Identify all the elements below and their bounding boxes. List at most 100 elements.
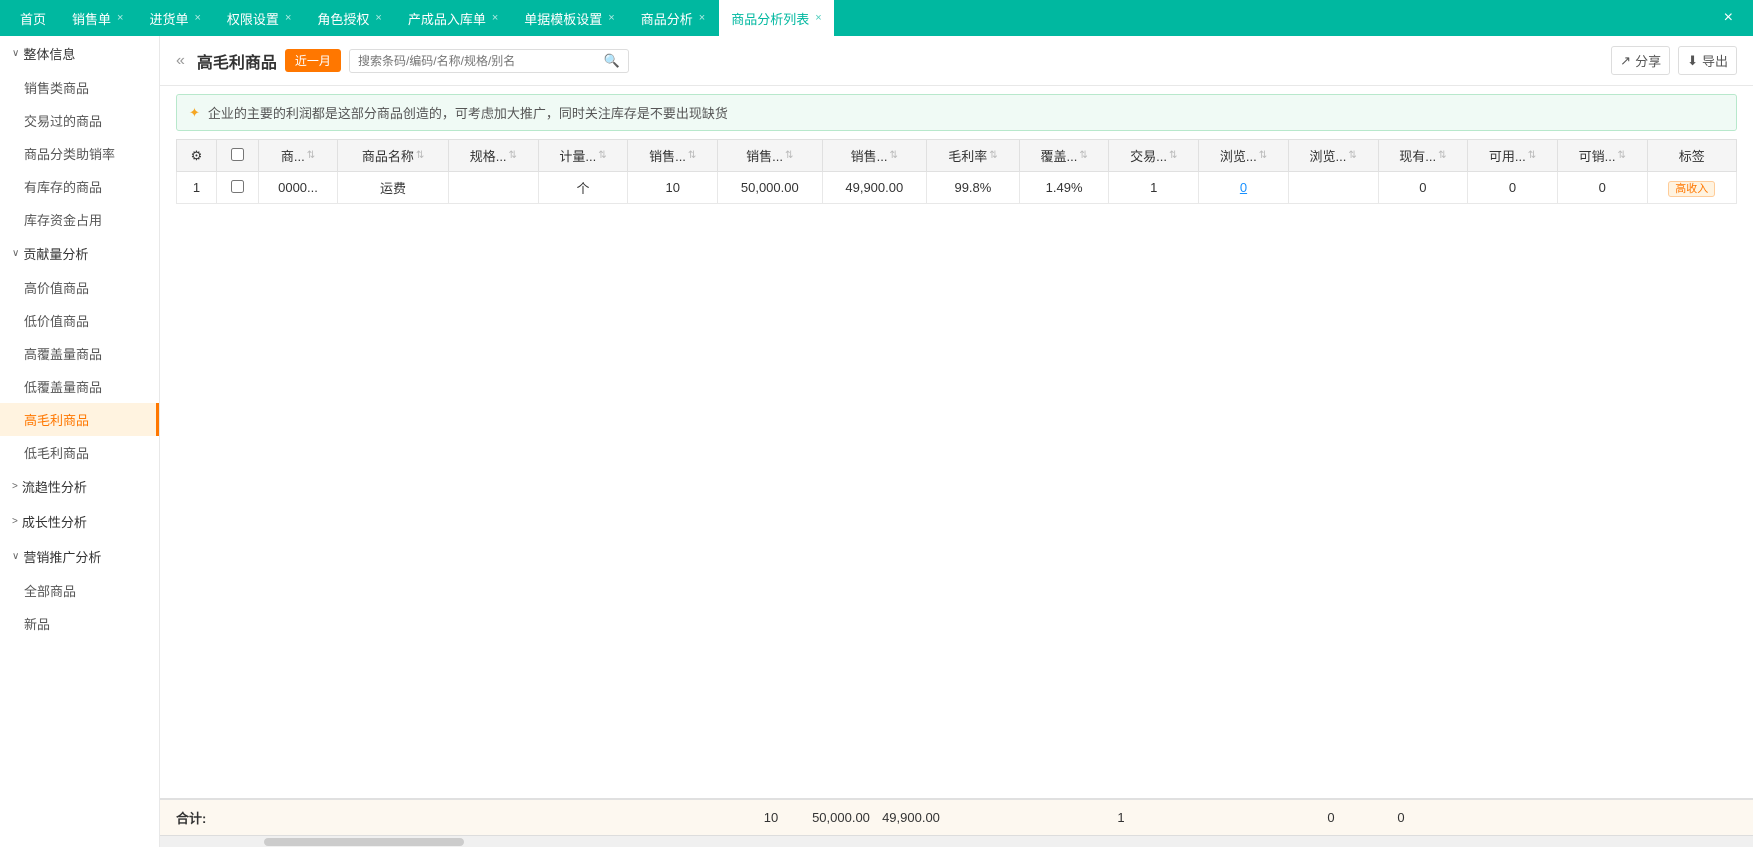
col-header-7[interactable]: 销售...⇅ [718, 140, 823, 172]
col-label: 规格... [470, 146, 507, 165]
col-label: 浏览... [1220, 146, 1257, 165]
col-header-14[interactable]: 现有...⇅ [1378, 140, 1468, 172]
footer-cell-15: 0 [1366, 810, 1436, 825]
info-bar: ✦ 企业的主要的利润都是这部分商品创造的，可考虑加大推广，同时关注库存是不要出现… [176, 94, 1737, 131]
views-link[interactable]: 0 [1240, 180, 1247, 195]
sidebar-item-新品[interactable]: 新品 [0, 607, 159, 640]
nav-close-icon[interactable]: × [815, 12, 821, 24]
col-header-8[interactable]: 销售...⇅ [822, 140, 927, 172]
window-close-btn[interactable]: × [1712, 9, 1745, 27]
col-label: 现有... [1399, 146, 1436, 165]
footer-cell-8: 49,900.00 [876, 810, 946, 825]
nav-close-icon[interactable]: × [285, 12, 291, 24]
col-header-12[interactable]: 浏览...⇅ [1199, 140, 1289, 172]
group-label: 整体信息 [23, 44, 75, 63]
sidebar-item-低价值商品[interactable]: 低价值商品 [0, 304, 159, 337]
nav-close-icon[interactable]: × [699, 12, 705, 24]
nav-item-销售单[interactable]: 销售单× [60, 0, 135, 36]
nav-close-icon[interactable]: × [117, 12, 123, 24]
group-label: 流趋性分析 [22, 477, 87, 496]
content-area: « 高毛利商品 近一月 🔍 ↗ 分享 ⬇ 导出 ✦ [160, 36, 1753, 847]
col-header-6[interactable]: 销售...⇅ [628, 140, 718, 172]
nav-close-icon[interactable]: × [608, 12, 614, 24]
col-header-3[interactable]: 商品名称⇅ [338, 140, 449, 172]
row-checkbox [217, 172, 259, 204]
toggle-sidebar-btn[interactable]: « [176, 52, 185, 70]
col-label: ⚙ [191, 148, 203, 164]
sort-icon: ⇅ [1438, 150, 1446, 161]
row-gross-rate: 99.8% [927, 172, 1020, 204]
nav-item-权限设置[interactable]: 权限设置× [215, 0, 303, 36]
col-header-9[interactable]: 毛利率⇅ [927, 140, 1020, 172]
sidebar-group-整体信息[interactable]: ∨整体信息 [0, 36, 159, 71]
col-label: 可销... [1579, 146, 1616, 165]
sidebar-item-销售类商品[interactable]: 销售类商品 [0, 71, 159, 104]
scrollbar-thumb[interactable] [264, 838, 464, 846]
export-btn[interactable]: ⬇ 导出 [1678, 46, 1737, 75]
sidebar-item-库存资金占用[interactable]: 库存资金占用 [0, 203, 159, 236]
top-nav: 首页销售单×进货单×权限设置×角色授权×产成品入库单×单据模板设置×商品分析×商… [0, 0, 1753, 36]
sidebar-item-有库存的商品[interactable]: 有库存的商品 [0, 170, 159, 203]
sort-icon: ⇅ [890, 150, 898, 161]
sidebar-group-贡献量分析[interactable]: ∨贡献量分析 [0, 236, 159, 271]
nav-item-商品分析[interactable]: 商品分析× [629, 0, 717, 36]
footer-cell-14: 0 [1296, 810, 1366, 825]
sidebar-item-高毛利商品[interactable]: 高毛利商品 [0, 403, 159, 436]
sidebar-item-商品分类助销率[interactable]: 商品分类助销率 [0, 137, 159, 170]
footer-cell-16 [1436, 810, 1506, 825]
share-btn[interactable]: ↗ 分享 [1611, 46, 1670, 75]
sidebar-group-营销推广分析[interactable]: ∨营销推广分析 [0, 539, 159, 574]
nav-item-进货单[interactable]: 进货单× [137, 0, 212, 36]
row-select-checkbox[interactable] [231, 180, 244, 193]
sidebar-item-低覆盖量商品[interactable]: 低覆盖量商品 [0, 370, 159, 403]
export-icon: ⬇ [1687, 53, 1698, 69]
arrow-icon: ∨ [12, 551, 19, 562]
share-icon: ↗ [1620, 53, 1631, 69]
col-label: 商... [281, 146, 305, 165]
col-header-4[interactable]: 规格...⇅ [448, 140, 538, 172]
nav-item-首页[interactable]: 首页 [8, 0, 58, 36]
bottom-scrollbar[interactable] [160, 835, 1753, 847]
arrow-icon: ∨ [12, 248, 19, 259]
nav-item-产成品入库单[interactable]: 产成品入库单× [396, 0, 510, 36]
col-header-15[interactable]: 可用...⇅ [1468, 140, 1558, 172]
col-header-13[interactable]: 浏览...⇅ [1288, 140, 1378, 172]
search-input[interactable] [358, 54, 604, 68]
sort-icon: ⇅ [1617, 150, 1625, 161]
sort-icon: ⇅ [989, 150, 997, 161]
col-header-11[interactable]: 交易...⇅ [1109, 140, 1199, 172]
col-header-10[interactable]: 覆盖...⇅ [1019, 140, 1109, 172]
nav-item-商品分析列表[interactable]: 商品分析列表× [719, 0, 833, 36]
footer-cell-13 [1226, 810, 1296, 825]
nav-item-单据模板设置[interactable]: 单据模板设置× [512, 0, 626, 36]
nav-item-角色授权[interactable]: 角色授权× [305, 0, 393, 36]
nav-close-icon[interactable]: × [492, 12, 498, 24]
row-coverage: 1.49% [1019, 172, 1109, 204]
sidebar-group-流趋性分析[interactable]: >流趋性分析 [0, 469, 159, 504]
col-header-16[interactable]: 可销...⇅ [1557, 140, 1647, 172]
sort-icon: ⇅ [1528, 150, 1536, 161]
col-header-2[interactable]: 商...⇅ [258, 140, 337, 172]
search-box[interactable]: 🔍 [349, 49, 629, 73]
sidebar-item-高价值商品[interactable]: 高价值商品 [0, 271, 159, 304]
col-header-5[interactable]: 计量...⇅ [538, 140, 628, 172]
col-label: 毛利率 [948, 146, 987, 165]
sidebar-item-高覆盖量商品[interactable]: 高覆盖量商品 [0, 337, 159, 370]
table-wrapper[interactable]: ⚙商...⇅商品名称⇅规格...⇅计量...⇅销售...⇅销售...⇅销售...… [176, 139, 1737, 798]
sidebar-item-交易过的商品[interactable]: 交易过的商品 [0, 104, 159, 137]
row-transactions: 1 [1109, 172, 1199, 204]
row-views2 [1288, 172, 1378, 204]
nav-close-icon[interactable]: × [194, 12, 200, 24]
sidebar-group-成长性分析[interactable]: >成长性分析 [0, 504, 159, 539]
filter-recent-month-btn[interactable]: 近一月 [285, 49, 341, 72]
col-label: 浏览... [1310, 146, 1347, 165]
row-current: 0 [1378, 172, 1468, 204]
col-label: 销售... [746, 146, 783, 165]
sidebar-item-低毛利商品[interactable]: 低毛利商品 [0, 436, 159, 469]
nav-close-icon[interactable]: × [375, 12, 381, 24]
select-all-checkbox[interactable] [231, 148, 244, 161]
footer-cell-6: 10 [736, 810, 806, 825]
search-icon[interactable]: 🔍 [604, 53, 620, 69]
col-label: 商品名称 [362, 146, 414, 165]
sidebar-item-全部商品[interactable]: 全部商品 [0, 574, 159, 607]
